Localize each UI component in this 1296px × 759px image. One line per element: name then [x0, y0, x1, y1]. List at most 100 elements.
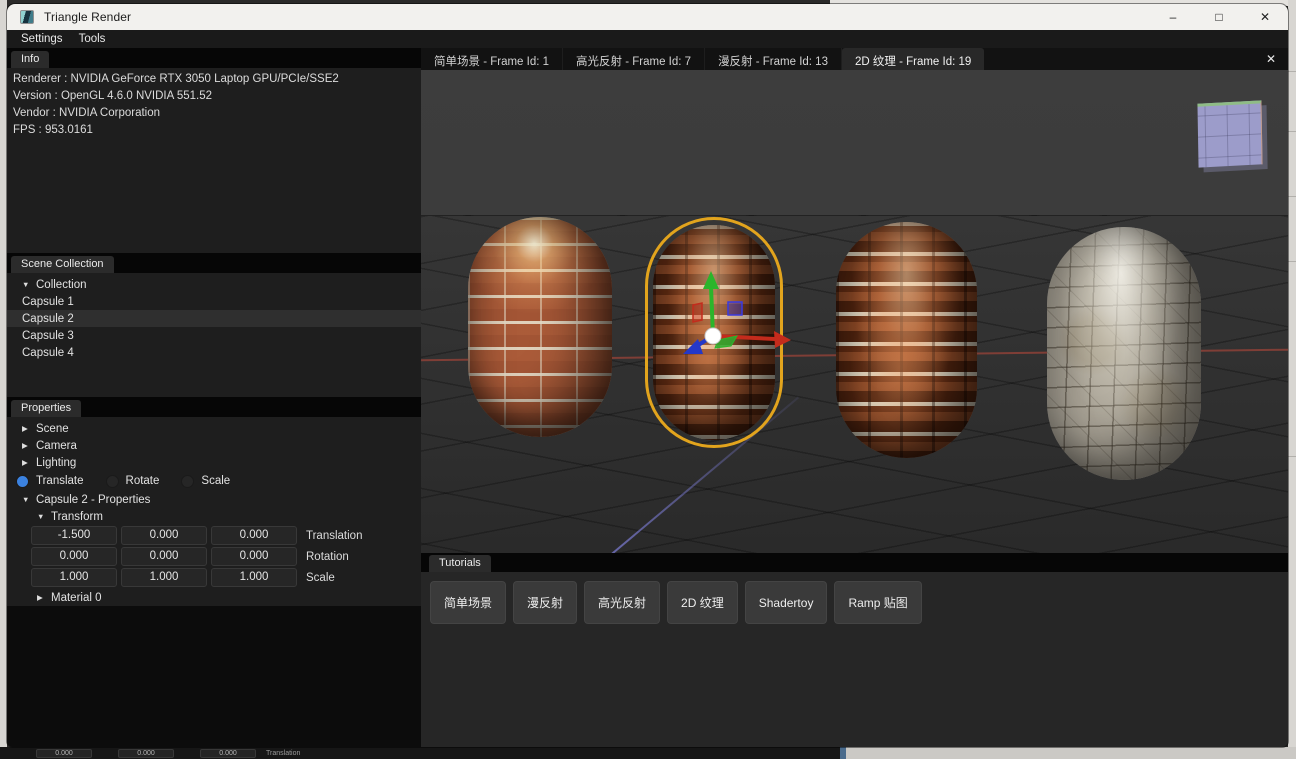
- capsule-3[interactable]: [836, 222, 977, 458]
- properties-section: ▶ Scene ▶ Camera ▶ Lighting Translate Ro…: [7, 417, 421, 606]
- tab-tutorials[interactable]: Tutorials: [429, 555, 491, 572]
- gizmo-plane-xy[interactable]: [727, 301, 743, 316]
- maximize-button[interactable]: □: [1196, 4, 1242, 30]
- vendor-info: Vendor : NVIDIA Corporation: [13, 107, 161, 119]
- gizmo-y-arrowhead[interactable]: [703, 271, 719, 289]
- tutorial-button-simple-scene[interactable]: 简单场景: [430, 581, 507, 624]
- window-controls: – □ ✕: [1150, 4, 1288, 30]
- group-label: Scene: [36, 422, 69, 435]
- tab-properties[interactable]: Properties: [11, 400, 82, 417]
- object-properties-label: Capsule 2 - Properties: [36, 493, 151, 506]
- radio-translate[interactable]: [16, 474, 29, 488]
- window-title: Triangle Render: [44, 10, 132, 24]
- translation-x-field[interactable]: -1.500: [31, 526, 117, 545]
- tree-node-camera[interactable]: ▶ Camera: [7, 437, 421, 454]
- divider: [1288, 261, 1296, 262]
- gizmo-plane-yz[interactable]: [692, 302, 703, 323]
- menu-settings[interactable]: Settings: [13, 33, 71, 45]
- viewport-tab-specular[interactable]: 高光反射 - Frame Id: 7: [563, 48, 706, 70]
- rotation-x-field[interactable]: 0.000: [31, 547, 117, 566]
- scale-y-field[interactable]: 1.000: [121, 568, 207, 587]
- transform-label: Transform: [51, 510, 103, 523]
- tutorial-button-ramp-map[interactable]: Ramp 贴图: [834, 581, 922, 624]
- rotation-y-field[interactable]: 0.000: [121, 547, 207, 566]
- radio-scale-label: Scale: [201, 475, 231, 487]
- tutorial-button-shadertoy[interactable]: Shadertoy: [744, 581, 828, 624]
- chevron-right-icon[interactable]: ▶: [22, 458, 36, 467]
- radio-translate-label: Translate: [36, 475, 84, 487]
- properties-tabbar: Properties: [7, 397, 421, 417]
- translation-y-field[interactable]: 0.000: [121, 526, 207, 545]
- tab-scene-collection[interactable]: Scene Collection: [11, 256, 114, 273]
- tree-node-capsule2-properties[interactable]: ▼ Capsule 2 - Properties: [7, 491, 421, 508]
- chevron-down-icon[interactable]: ▼: [22, 495, 36, 504]
- tree-node-material-0[interactable]: ▶ Material 0: [7, 589, 421, 606]
- divider: [1288, 456, 1296, 457]
- chevron-down-icon[interactable]: ▼: [37, 512, 51, 521]
- tree-node-collection[interactable]: ▼ Collection: [7, 276, 421, 293]
- viewport-tab-diffuse[interactable]: 漫反射 - Frame Id: 13: [705, 48, 842, 70]
- background-window-light: [846, 747, 1296, 759]
- material-label: Material 0: [51, 591, 102, 604]
- translation-z-field[interactable]: 0.000: [211, 526, 297, 545]
- chevron-right-icon[interactable]: ▶: [22, 441, 36, 450]
- background-value-field: 0.000: [118, 749, 174, 758]
- tutorials-panel: 简单场景 漫反射 高光反射 2D 纹理 Shadertoy Ramp 贴图: [421, 572, 1288, 747]
- scene-item-label: Capsule 4: [22, 346, 74, 359]
- background-value-field: 0.000: [36, 749, 92, 758]
- viewport-3d[interactable]: [421, 70, 1288, 553]
- tutorials-tabbar: Tutorials: [421, 553, 1288, 572]
- background-value-field: 0.000: [200, 749, 256, 758]
- gizmo-center-handle[interactable]: [704, 327, 722, 345]
- radio-scale[interactable]: [181, 474, 195, 488]
- group-label: Lighting: [36, 456, 77, 469]
- tree-node-lighting[interactable]: ▶ Lighting: [7, 454, 421, 471]
- scene-item-capsule-4[interactable]: Capsule 4: [7, 344, 421, 361]
- tutorial-button-diffuse[interactable]: 漫反射: [513, 581, 578, 624]
- scene-item-capsule-1[interactable]: Capsule 1: [7, 293, 421, 310]
- radio-rotate[interactable]: [105, 474, 119, 488]
- view-cube[interactable]: [1197, 100, 1263, 168]
- app-icon: [20, 10, 34, 24]
- rotation-z-field[interactable]: 0.000: [211, 547, 297, 566]
- chevron-right-icon[interactable]: ▶: [37, 593, 51, 602]
- app-window: Triangle Render – □ ✕ Settings Tools Inf…: [7, 4, 1288, 747]
- scene-item-label: Capsule 2: [22, 312, 74, 325]
- scene-item-capsule-2[interactable]: Capsule 2: [7, 310, 421, 327]
- chevron-right-icon[interactable]: ▶: [22, 424, 36, 433]
- scale-x-field[interactable]: 1.000: [31, 568, 117, 587]
- tab-info[interactable]: Info: [11, 51, 50, 68]
- background-window-accent: [840, 747, 846, 759]
- titlebar[interactable]: Triangle Render – □ ✕: [7, 4, 1288, 30]
- tree-node-scene[interactable]: ▶ Scene: [7, 420, 421, 437]
- scale-z-field[interactable]: 1.000: [211, 568, 297, 587]
- background-value-label: Translation: [266, 750, 301, 757]
- scene-item-label: Capsule 3: [22, 329, 74, 342]
- fps-info: FPS : 953.0161: [13, 124, 93, 136]
- close-icon[interactable]: ✕: [1266, 52, 1276, 66]
- gizmo-x-arrow[interactable]: [712, 334, 776, 341]
- background-window-strip: 0.000 0.000 0.000 Translation: [0, 747, 1296, 759]
- chevron-down-icon[interactable]: ▼: [22, 280, 36, 289]
- rotation-row: 0.000 0.000 0.000 Rotation: [31, 547, 421, 566]
- capsule-1[interactable]: [468, 217, 612, 437]
- scene-item-capsule-3[interactable]: Capsule 3: [7, 327, 421, 344]
- divider: [1288, 131, 1296, 132]
- tutorial-button-2d-texture[interactable]: 2D 纹理: [667, 581, 738, 624]
- renderer-info: Renderer : NVIDIA GeForce RTX 3050 Lapto…: [13, 73, 339, 85]
- viewport-tab-2d-texture[interactable]: 2D 纹理 - Frame Id: 19: [841, 48, 985, 70]
- viewport-tab-simple-scene[interactable]: 简单场景 - Frame Id: 1: [421, 48, 564, 70]
- capsule-4[interactable]: [1047, 227, 1201, 480]
- divider: [1288, 71, 1296, 72]
- tree-node-transform[interactable]: ▼ Transform: [7, 508, 421, 525]
- gizmo-x-arrowhead[interactable]: [774, 331, 791, 348]
- menu-tools[interactable]: Tools: [71, 33, 114, 45]
- scene-collection-tabbar: Scene Collection: [7, 253, 421, 273]
- viewport-tabbar: 简单场景 - Frame Id: 1 高光反射 - Frame Id: 7 漫反…: [421, 48, 1288, 70]
- gizmo-z-arrowhead[interactable]: [683, 339, 703, 354]
- tutorial-button-specular[interactable]: 高光反射: [584, 581, 661, 624]
- translate-gizmo[interactable]: [638, 261, 798, 411]
- divider: [1288, 196, 1296, 197]
- minimize-button[interactable]: –: [1150, 4, 1196, 30]
- close-button[interactable]: ✕: [1242, 4, 1288, 30]
